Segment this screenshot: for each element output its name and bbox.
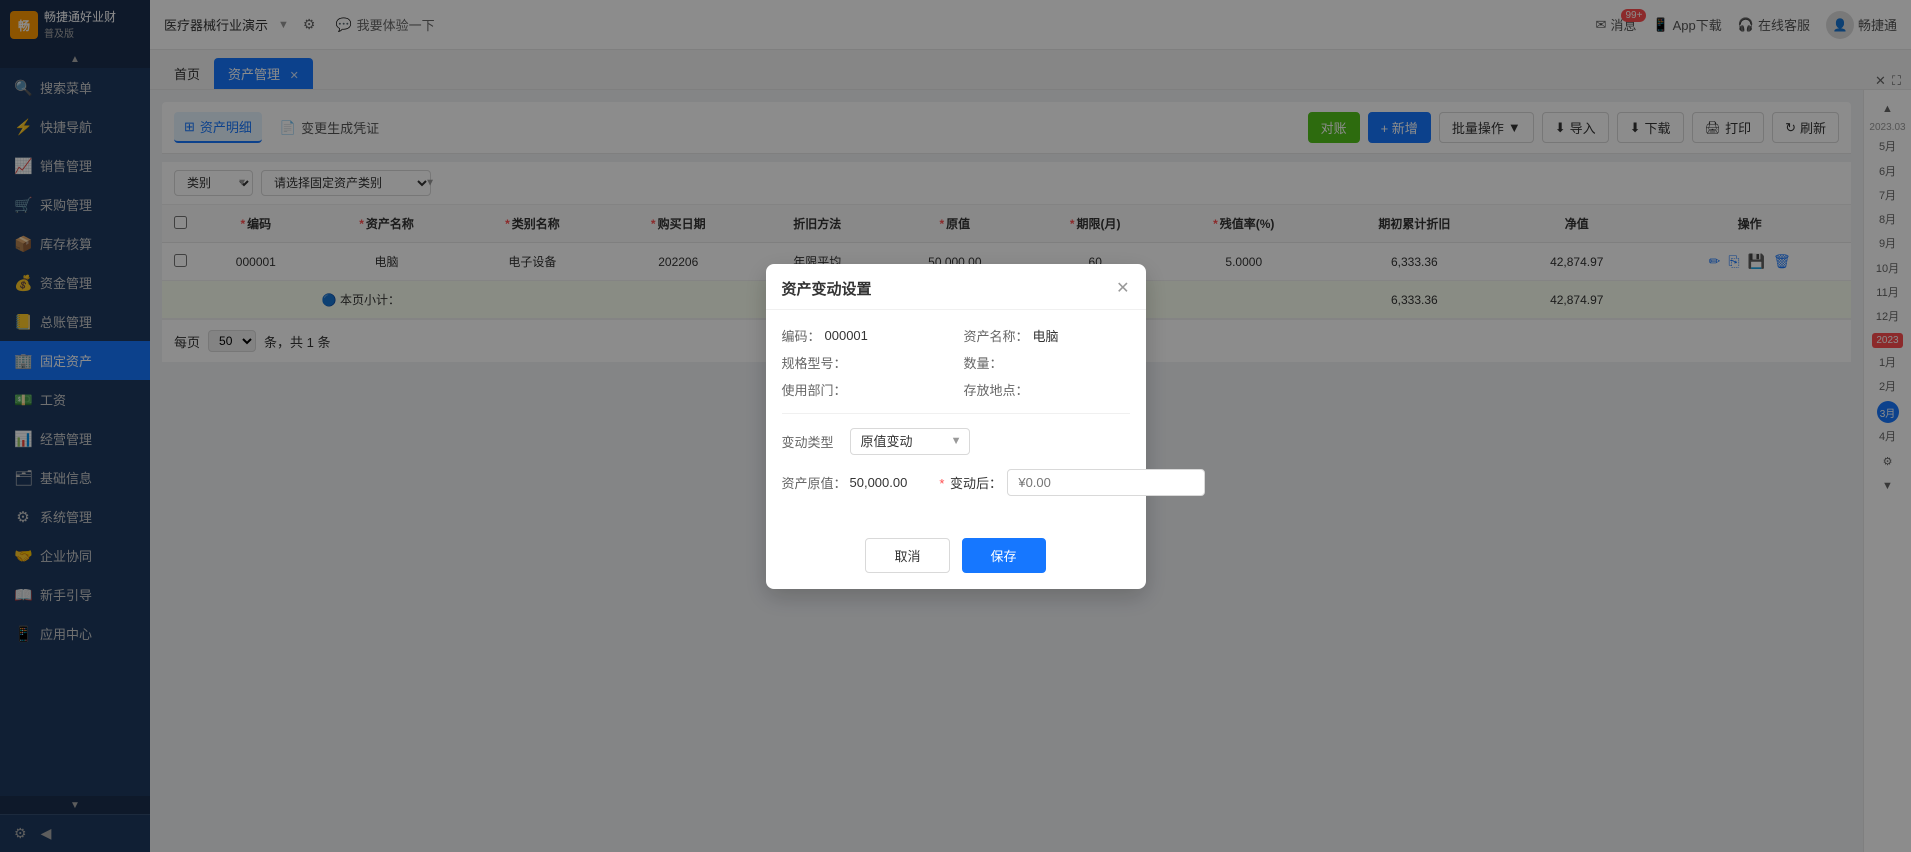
dialog-header: 资产变动设置 ✕ xyxy=(766,264,1146,310)
dialog-quantity-item: 数量： xyxy=(964,353,1130,372)
after-value-input[interactable] xyxy=(1007,469,1205,496)
dialog-name-item: 资产名称： 电脑 xyxy=(964,326,1130,345)
dialog-title: 资产变动设置 xyxy=(782,278,872,299)
dialog-dept-item: 使用部门： xyxy=(782,380,948,399)
change-type-select[interactable]: 原值变动 xyxy=(850,428,970,455)
dialog-asset-value-row: 资产原值： 50,000.00 * 变动后： xyxy=(782,469,1130,496)
dialog-spec-item: 规格型号： xyxy=(782,353,948,372)
cancel-button[interactable]: 取消 xyxy=(865,538,949,573)
dialog-footer: 取消 保存 xyxy=(766,526,1146,589)
dialog-body: 编码： 000001 资产名称： 电脑 规格型号： 数量： 使用部门： xyxy=(766,310,1146,526)
change-type-select-wrap: 原值变动 ▼ xyxy=(850,428,970,455)
dialog-close-icon[interactable]: ✕ xyxy=(1116,278,1129,298)
dialog-info-grid: 编码： 000001 资产名称： 电脑 规格型号： 数量： 使用部门： xyxy=(782,326,1130,399)
dialog-code-item: 编码： 000001 xyxy=(782,326,948,345)
asset-change-dialog: 资产变动设置 ✕ 编码： 000001 资产名称： 电脑 规格型号： 数量： xyxy=(766,264,1146,589)
dialog-change-type-row: 变动类型 原值变动 ▼ xyxy=(782,428,1130,455)
required-asterisk: * xyxy=(939,476,944,491)
save-button[interactable]: 保存 xyxy=(962,538,1046,573)
dialog-location-item: 存放地点： xyxy=(964,380,1130,399)
overlay: 资产变动设置 ✕ 编码： 000001 资产名称： 电脑 规格型号： 数量： xyxy=(0,0,1911,852)
dialog-divider xyxy=(782,413,1130,414)
